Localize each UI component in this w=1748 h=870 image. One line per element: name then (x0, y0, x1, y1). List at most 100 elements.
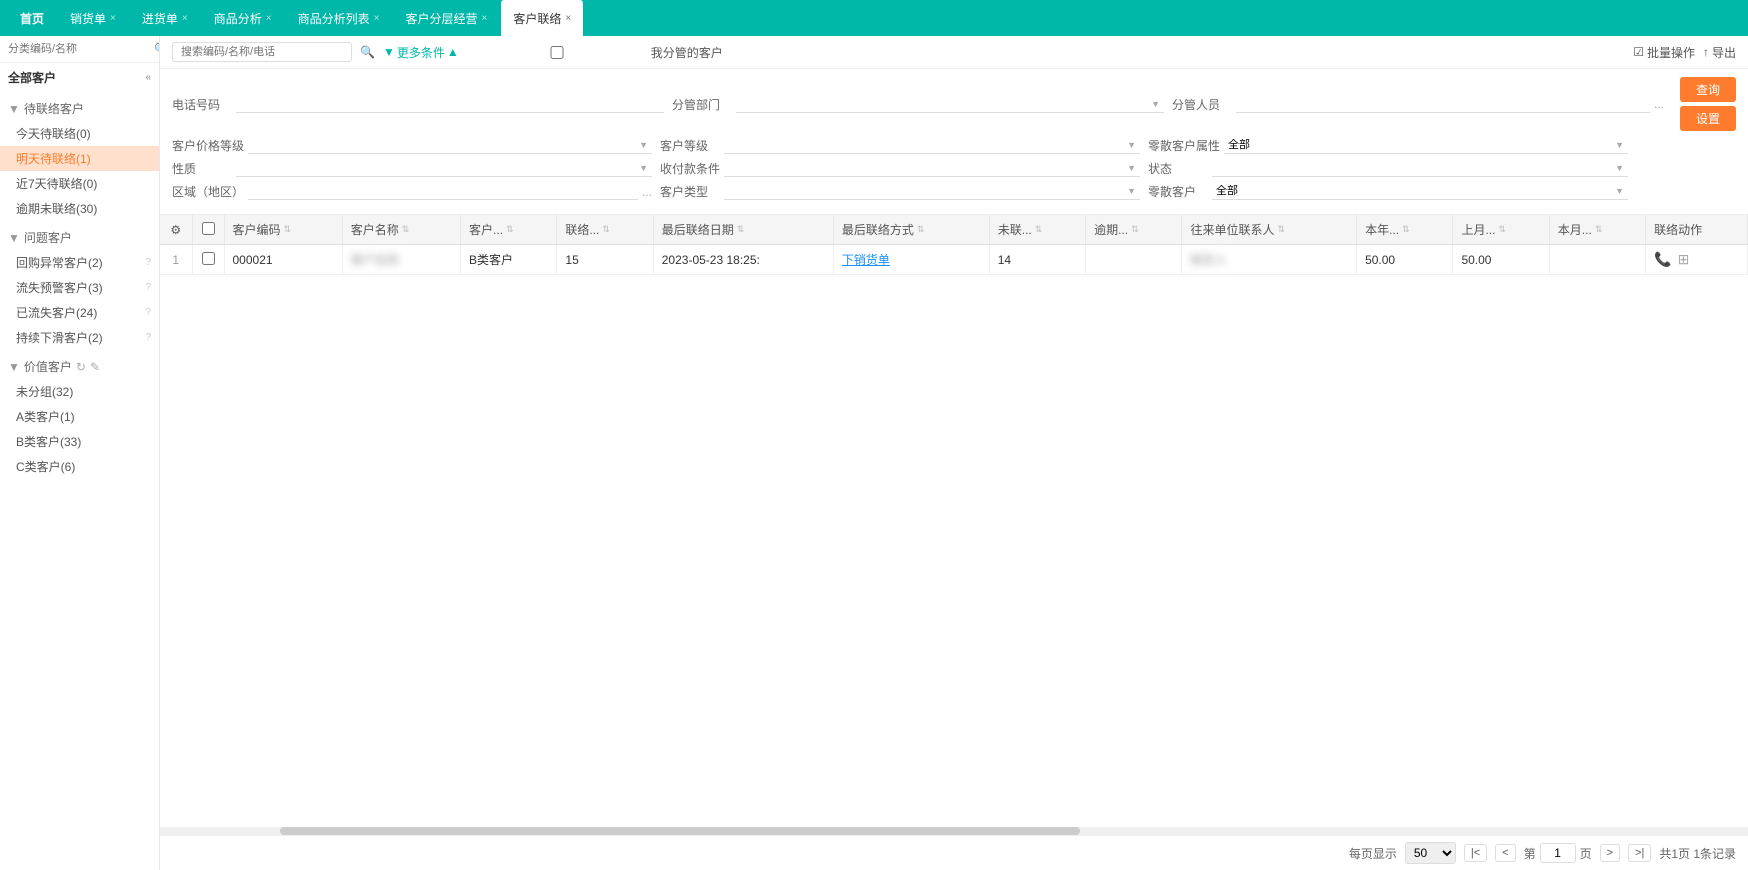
nav-close-2[interactable]: × (266, 13, 272, 24)
sidebar-item-classC[interactable]: C类客户(6) (0, 454, 159, 479)
my-customers-checkbox[interactable] (467, 46, 647, 59)
nav-close-3[interactable]: × (374, 13, 380, 24)
col-name: 客户名称⇅ (342, 215, 460, 245)
col-overdue: 逾期...⇅ (1086, 215, 1182, 245)
sort-last-month[interactable]: ⇅ (1498, 224, 1506, 235)
nav-item-3[interactable]: 商品分析列表 × (286, 0, 392, 36)
reset-btn[interactable]: 设置 (1680, 106, 1736, 131)
region-dots[interactable]: ... (642, 185, 652, 199)
first-page-btn[interactable]: |< (1464, 844, 1487, 862)
action-phone-icon[interactable]: 📞 (1654, 251, 1671, 268)
search-input[interactable] (172, 42, 352, 62)
price-level-label: 客户价格等级 (172, 137, 244, 154)
row-contact-person: 联系人 (1182, 245, 1357, 275)
more-filters-btn[interactable]: ▼ 更多条件 ▲ (383, 44, 459, 61)
sort-code[interactable]: ⇅ (284, 224, 292, 235)
last-method-link[interactable]: 下销货单 (842, 253, 890, 267)
help-icon-declining[interactable]: ? (145, 332, 151, 343)
sidebar-item-overdue[interactable]: 逾期未联络(30) (0, 196, 159, 221)
sort-last-date[interactable]: ⇅ (737, 224, 745, 235)
page-input[interactable] (1540, 843, 1576, 863)
dept-label: 分管部门 (672, 96, 732, 113)
nav-item-2[interactable]: 商品分析 × (202, 0, 284, 36)
sidebar-item-ungroup[interactable]: 未分组(32) (0, 379, 159, 404)
sidebar-item-warning[interactable]: 流失预警客户(3) ? (0, 275, 159, 300)
sidebar: 🔍 全部客户 « ▼ 待联络客户 今天待联络(0) 明天待联络(1) 近7天待联… (0, 36, 160, 870)
sort-no-contact[interactable]: ⇅ (1035, 224, 1043, 235)
sort-type[interactable]: ⇅ (506, 224, 514, 235)
nav-close-0[interactable]: × (110, 13, 116, 24)
query-btn[interactable]: 查询 (1680, 77, 1736, 102)
filter-search-icon[interactable]: 🔍 (360, 45, 375, 59)
col-action: 联络动作 (1646, 215, 1748, 245)
price-level-select[interactable] (248, 137, 652, 153)
nav-item-5[interactable]: 客户联络 × (501, 0, 583, 36)
scrollbar-thumb[interactable] (280, 827, 1080, 835)
retail-attr-wrapper: 全部 ▼ (1224, 137, 1628, 154)
nav-close-4[interactable]: × (481, 13, 487, 24)
nav-item-1[interactable]: 进货单 × (130, 0, 200, 36)
customer-type-select[interactable] (724, 183, 1140, 199)
sidebar-item-classA[interactable]: A类客户(1) (0, 404, 159, 429)
gender-select[interactable] (236, 160, 652, 176)
nav-item-4[interactable]: 客户分层经营 × (393, 0, 499, 36)
region-input[interactable] (248, 183, 638, 200)
retail-attr-select[interactable]: 全部 (1224, 137, 1628, 153)
col-setting[interactable]: ⚙ (160, 215, 192, 245)
next-page-btn[interactable]: > (1600, 844, 1620, 862)
dept-select[interactable] (736, 96, 1164, 112)
nav-home[interactable]: 首页 (8, 0, 56, 36)
col-checkbox[interactable] (192, 215, 224, 245)
nav-close-5[interactable]: × (565, 13, 571, 24)
sort-this-year[interactable]: ⇅ (1402, 224, 1410, 235)
sidebar-item-classB[interactable]: B类客户(33) (0, 429, 159, 454)
row-last-method[interactable]: 下销货单 (833, 245, 989, 275)
batch-op-btn[interactable]: ☑ 批量操作 (1633, 44, 1695, 61)
row-checkbox[interactable] (202, 252, 215, 265)
customer-level-select[interactable] (724, 137, 1140, 153)
sidebar-item-today[interactable]: 今天待联络(0) (0, 121, 159, 146)
sidebar-search-input[interactable] (8, 43, 150, 55)
sort-last-method[interactable]: ⇅ (917, 224, 925, 235)
table-header-row: ⚙ 客户编码⇅ 客户名称⇅ 客户...⇅ 联络...⇅ 最后联络日期⇅ 最后联络… (160, 215, 1748, 245)
row-checkbox-cell[interactable] (192, 245, 224, 275)
action-grid-icon[interactable]: ⊞ (1678, 251, 1690, 268)
sort-contact-person[interactable]: ⇅ (1277, 224, 1285, 235)
prev-page-btn[interactable]: < (1495, 844, 1515, 862)
sort-this-month[interactable]: ⇅ (1595, 224, 1603, 235)
filter-payment: 收付款条件 ▼ (660, 160, 1140, 177)
person-dots[interactable]: ... (1654, 97, 1664, 111)
my-customers-checkbox-label[interactable]: 我分管的客户 (467, 44, 723, 61)
collapse-icon[interactable]: « (145, 72, 151, 83)
retail-customer-select[interactable]: 全部 (1212, 183, 1628, 199)
value-edit-icon[interactable]: ✎ (90, 360, 100, 374)
select-all-checkbox[interactable] (202, 222, 215, 235)
last-page-btn[interactable]: >| (1628, 844, 1651, 862)
help-icon-lost[interactable]: ? (145, 307, 151, 318)
sidebar-item-abnormal[interactable]: 回购异常客户(2) ? (0, 250, 159, 275)
person-input[interactable] (1236, 96, 1650, 113)
phone-input[interactable] (236, 96, 664, 113)
export-btn[interactable]: ↑ 导出 (1703, 44, 1736, 61)
all-customers-header[interactable]: 全部客户 « (0, 63, 159, 92)
horizontal-scrollbar[interactable] (160, 827, 1748, 835)
page-unit: 页 (1580, 845, 1592, 862)
help-icon-abnormal[interactable]: ? (145, 257, 151, 268)
sort-overdue[interactable]: ⇅ (1131, 224, 1139, 235)
sort-contact[interactable]: ⇅ (602, 224, 610, 235)
nav-close-1[interactable]: × (182, 13, 188, 24)
payment-select[interactable] (724, 160, 1140, 176)
status-label: 状态 (1148, 160, 1208, 177)
value-refresh-icon[interactable]: ↻ (76, 360, 86, 374)
sort-name[interactable]: ⇅ (402, 224, 410, 235)
nav-item-0[interactable]: 销货单 × (58, 0, 128, 36)
help-icon-warning[interactable]: ? (145, 282, 151, 293)
sidebar-item-lost[interactable]: 已流失客户(24) ? (0, 300, 159, 325)
status-select[interactable] (1212, 160, 1628, 176)
sidebar-item-tomorrow[interactable]: 明天待联络(1) (0, 146, 159, 171)
main-layout: 🔍 全部客户 « ▼ 待联络客户 今天待联络(0) 明天待联络(1) 近7天待联… (0, 36, 1748, 870)
per-page-select[interactable]: 50 20 100 (1405, 842, 1456, 864)
sidebar-item-declining[interactable]: 持续下滑客户(2) ? (0, 325, 159, 350)
sidebar-item-7days[interactable]: 近7天待联络(0) (0, 171, 159, 196)
col-contact: 联络...⇅ (557, 215, 653, 245)
